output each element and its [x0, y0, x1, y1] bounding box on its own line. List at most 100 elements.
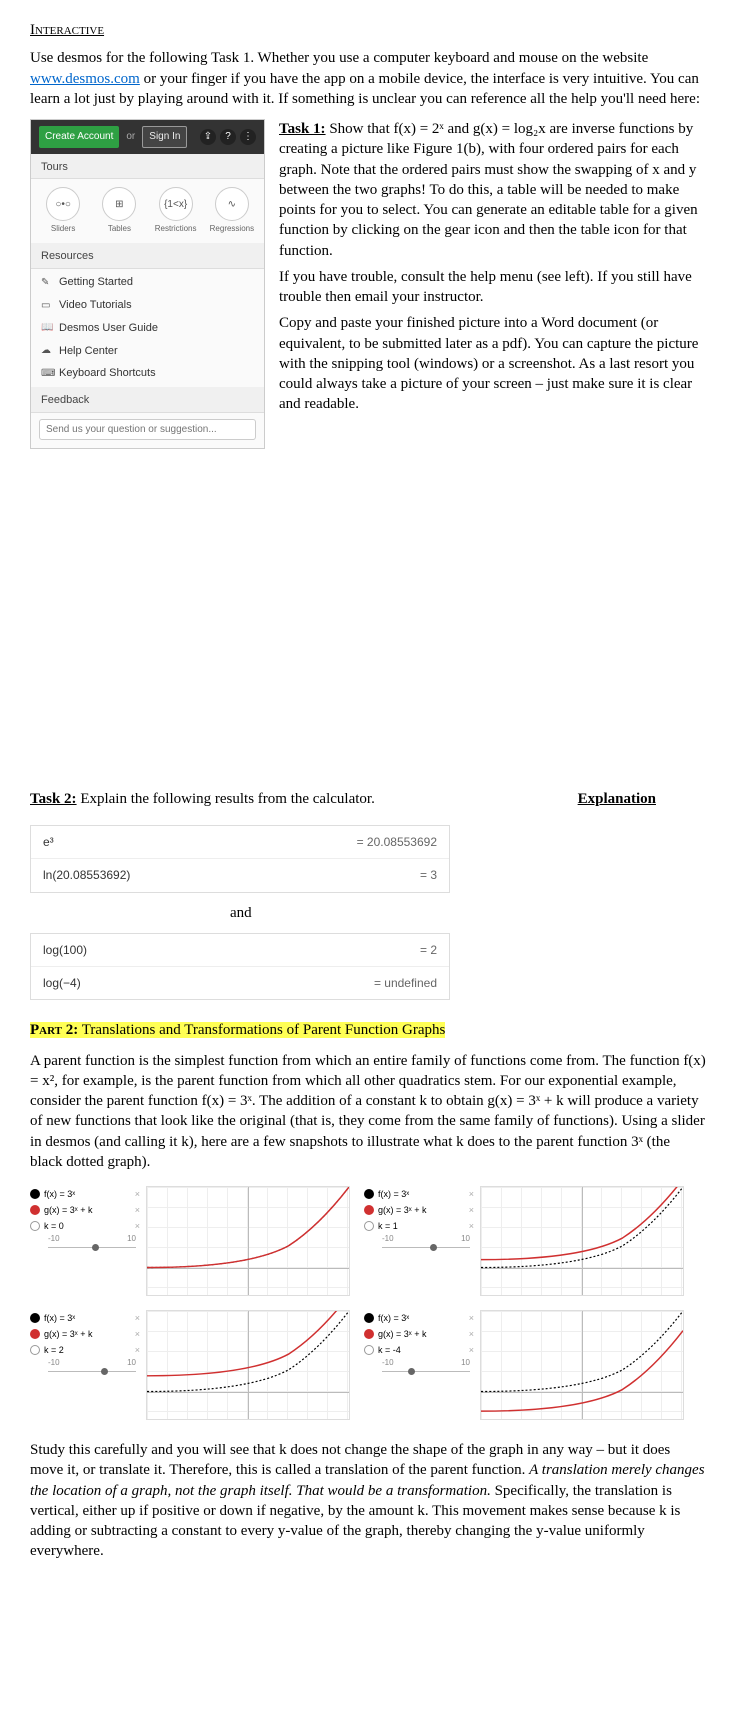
- expr-g[interactable]: g(x) = 3ˣ + k ×: [30, 1202, 140, 1218]
- desmos-link[interactable]: www.desmos.com: [30, 71, 140, 87]
- k-slider[interactable]: [48, 1371, 136, 1372]
- more-icon[interactable]: ⋮: [240, 129, 256, 145]
- tour-tables-label: Tables: [108, 224, 131, 233]
- resource-getting-started[interactable]: ✎ Getting Started: [31, 271, 264, 294]
- calc-result: = 2: [420, 942, 437, 958]
- slider-knob[interactable]: [408, 1368, 415, 1375]
- expr-f-text: f(x) = 3ˣ: [378, 1312, 409, 1324]
- expr-g-text: g(x) = 3ˣ + k: [44, 1328, 92, 1340]
- video-icon: ▭: [41, 299, 53, 313]
- task1-p3: Copy and paste your finished picture int…: [279, 313, 706, 414]
- resource-video-tutorials[interactable]: ▭ Video Tutorials: [31, 294, 264, 317]
- calc-row: log(−4) = undefined: [31, 967, 449, 999]
- resource-label: Desmos User Guide: [59, 321, 158, 336]
- series-dot-icon: [30, 1189, 40, 1199]
- close-icon[interactable]: ×: [469, 1328, 474, 1340]
- slider-lo: -10: [48, 1234, 60, 1245]
- graph-expressions: f(x) = 3ˣ × g(x) = 3ˣ + k × k = 1 × -10 …: [364, 1186, 474, 1296]
- parent-curve: [481, 1187, 683, 1268]
- expr-f[interactable]: f(x) = 3ˣ ×: [364, 1186, 474, 1202]
- expr-f[interactable]: f(x) = 3ˣ ×: [30, 1310, 140, 1326]
- close-icon[interactable]: ×: [135, 1344, 140, 1356]
- resource-label: Keyboard Shortcuts: [59, 366, 156, 381]
- close-icon[interactable]: ×: [135, 1312, 140, 1324]
- close-icon[interactable]: ×: [135, 1204, 140, 1216]
- close-icon[interactable]: ×: [135, 1328, 140, 1340]
- slider-dot-icon: [364, 1221, 374, 1231]
- close-icon[interactable]: ×: [469, 1220, 474, 1232]
- expr-g[interactable]: g(x) = 3ˣ + k ×: [30, 1326, 140, 1342]
- expr-k[interactable]: k = -4 ×: [364, 1342, 474, 1358]
- expr-g[interactable]: g(x) = 3ˣ + k ×: [364, 1326, 474, 1342]
- task1-p1: Show that f(x) = 2ˣ and g(x) = log₂x are…: [279, 121, 698, 259]
- graph-expressions: f(x) = 3ˣ × g(x) = 3ˣ + k × k = -4 × -10…: [364, 1310, 474, 1420]
- expr-g[interactable]: g(x) = 3ˣ + k ×: [364, 1202, 474, 1218]
- resource-keyboard-shortcuts[interactable]: ⌨ Keyboard Shortcuts: [31, 362, 264, 385]
- graph-plot: [146, 1310, 350, 1420]
- create-account-button[interactable]: Create Account: [39, 126, 119, 148]
- graph-cell: f(x) = 3ˣ × g(x) = 3ˣ + k × k = 2 × -10 …: [30, 1310, 350, 1420]
- graph-plot: [480, 1310, 684, 1420]
- resource-help-center[interactable]: ☁ Help Center: [31, 340, 264, 363]
- close-icon[interactable]: ×: [469, 1188, 474, 1200]
- k-slider[interactable]: [382, 1247, 470, 1248]
- task2-intro: Explain the following results from the c…: [77, 791, 375, 807]
- tour-sliders-icon: ○•○: [46, 187, 80, 221]
- expr-f[interactable]: f(x) = 3ˣ ×: [30, 1186, 140, 1202]
- slider-lo: -10: [382, 1358, 394, 1369]
- help-icon[interactable]: ?: [220, 129, 236, 145]
- expr-f-text: f(x) = 3ˣ: [378, 1188, 409, 1200]
- resources-heading: Resources: [31, 243, 264, 269]
- close-icon[interactable]: ×: [469, 1312, 474, 1324]
- graph-cell: f(x) = 3ˣ × g(x) = 3ˣ + k × k = 0 × -10 …: [30, 1186, 350, 1296]
- resource-label: Video Tutorials: [59, 298, 132, 313]
- series-dot-icon: [364, 1329, 374, 1339]
- expr-k[interactable]: k = 0 ×: [30, 1218, 140, 1234]
- k-slider[interactable]: [48, 1247, 136, 1248]
- expr-k[interactable]: k = 2 ×: [30, 1342, 140, 1358]
- series-dot-icon: [30, 1205, 40, 1215]
- k-slider[interactable]: [382, 1371, 470, 1372]
- slider-hi: 10: [461, 1234, 470, 1245]
- task1-block: Task 1: Show that f(x) = 2ˣ and g(x) = l…: [279, 119, 706, 449]
- tour-tables[interactable]: ⊞ Tables: [93, 187, 145, 235]
- resource-user-guide[interactable]: 📖 Desmos User Guide: [31, 317, 264, 340]
- slider-knob[interactable]: [101, 1368, 108, 1375]
- close-icon[interactable]: ×: [135, 1188, 140, 1200]
- series-dot-icon: [30, 1313, 40, 1323]
- share-icon[interactable]: ⇪: [200, 129, 216, 145]
- resource-label: Help Center: [59, 344, 118, 359]
- tours-row: ○•○ Sliders ⊞ Tables {1<x} Restrictions …: [31, 179, 264, 243]
- close-icon[interactable]: ×: [469, 1204, 474, 1216]
- expr-f-text: f(x) = 3ˣ: [44, 1188, 75, 1200]
- close-icon[interactable]: ×: [135, 1220, 140, 1232]
- expr-k[interactable]: k = 1 ×: [364, 1218, 474, 1234]
- tour-sliders[interactable]: ○•○ Sliders: [37, 187, 89, 235]
- resource-label: Getting Started: [59, 275, 133, 290]
- sign-in-button[interactable]: Sign In: [142, 126, 187, 148]
- part2-p1: A parent function is the simplest functi…: [30, 1051, 706, 1173]
- part2-p2: Study this carefully and you will see th…: [30, 1440, 706, 1562]
- or-label: or: [123, 130, 138, 144]
- parent-curve: [147, 1187, 349, 1268]
- tour-restrictions[interactable]: {1<x} Restrictions: [150, 187, 202, 235]
- calc-row: log(100) = 2: [31, 934, 449, 967]
- expr-g-text: g(x) = 3ˣ + k: [378, 1328, 426, 1340]
- graph-plot: [146, 1186, 350, 1296]
- tour-tables-icon: ⊞: [102, 187, 136, 221]
- expr-f[interactable]: f(x) = 3ˣ ×: [364, 1310, 474, 1326]
- close-icon[interactable]: ×: [469, 1344, 474, 1356]
- graph-expressions: f(x) = 3ˣ × g(x) = 3ˣ + k × k = 2 × -10 …: [30, 1310, 140, 1420]
- shifted-curve: [147, 1311, 349, 1376]
- feedback-input[interactable]: [39, 419, 256, 440]
- slider-knob[interactable]: [430, 1244, 437, 1251]
- series-dot-icon: [364, 1189, 374, 1199]
- tour-regressions[interactable]: ∿ Regressions: [206, 187, 258, 235]
- parent-curve: [481, 1311, 683, 1392]
- slider-knob[interactable]: [92, 1244, 99, 1251]
- graphs-grid: f(x) = 3ˣ × g(x) = 3ˣ + k × k = 0 × -10 …: [30, 1186, 706, 1420]
- tour-sliders-label: Sliders: [51, 224, 75, 233]
- desmos-help-panel: Create Account or Sign In ⇪ ? ⋮ Tours ○•…: [30, 119, 265, 449]
- slider-dot-icon: [30, 1345, 40, 1355]
- graph-plot: [480, 1186, 684, 1296]
